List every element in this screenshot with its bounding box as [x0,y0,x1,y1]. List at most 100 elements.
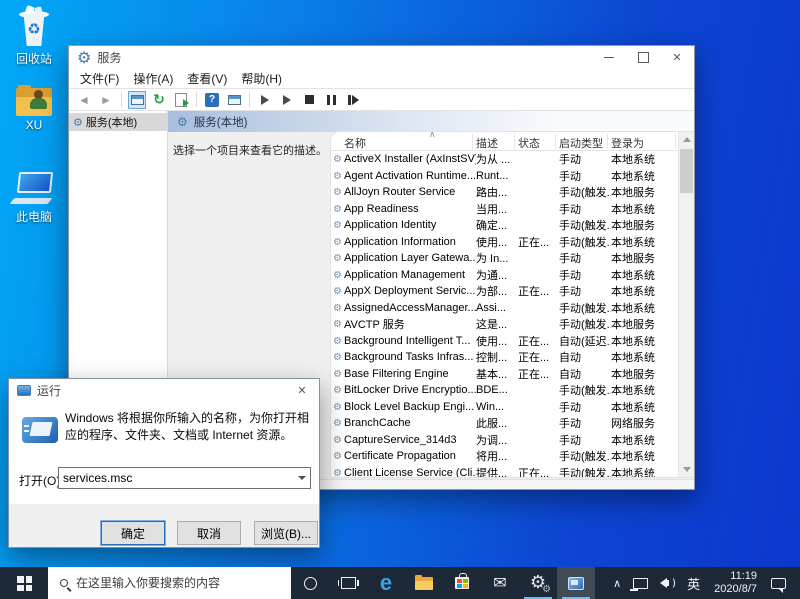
service-description: 提供... [476,465,518,477]
service-description: BDE... [476,384,518,396]
start-service-icon[interactable] [256,91,274,109]
service-name: Certificate Propagation [344,450,476,462]
service-row[interactable]: Application Management 为通... 手动 本地系统 [331,267,678,284]
service-logon-as: 本地服务 [611,316,677,332]
help-icon[interactable] [203,91,221,109]
show-window-icon[interactable] [128,91,146,109]
menu-item[interactable]: 操作(A) [126,68,180,89]
task-view-button[interactable] [329,567,367,599]
service-name: Application Identity [344,219,476,231]
service-startup-type: 手动 [559,283,611,299]
vertical-scrollbar[interactable] [678,132,694,477]
tree-item-services-local[interactable]: 服务(本地) [69,113,167,131]
network-button[interactable] [627,567,654,599]
pause-service-icon[interactable] [322,91,340,109]
store-button[interactable] [443,567,481,599]
service-gear-icon [331,203,344,215]
open-input[interactable] [59,468,293,488]
console-tree-icon[interactable] [225,91,243,109]
start-button[interactable] [0,567,48,599]
menu-item[interactable]: 查看(V) [180,68,234,89]
services-titlebar[interactable]: 服务 [69,46,694,69]
menu-bar: 文件(F)操作(A)查看(V)帮助(H) [69,69,694,89]
service-row[interactable]: Block Level Backup Engi... Win... 手动 本地系… [331,399,678,416]
service-row[interactable]: Agent Activation Runtime... Runt... 手动 本… [331,168,678,185]
taskbar-search[interactable] [48,567,291,599]
scroll-down-icon[interactable] [679,462,694,477]
scroll-up-icon[interactable] [679,132,694,147]
desktop-icon-user-folder[interactable]: XU [2,86,66,132]
stop-service-icon[interactable] [300,91,318,109]
services-taskbar-button[interactable] [519,567,557,599]
service-row[interactable]: Client License Service (Cli... 提供... 正在.… [331,465,678,478]
service-row[interactable]: Application Information 使用... 正在... 手动(触… [331,234,678,251]
combo-dropdown-icon[interactable] [293,468,310,488]
service-status: 正在... [518,349,559,365]
service-name: Base Filtering Engine [344,368,476,380]
minimize-button[interactable] [592,46,626,69]
this-pc-icon [12,172,56,206]
resume-service-icon[interactable] [278,91,296,109]
mmc-taskbar-button[interactable] [557,567,595,599]
column-header-description[interactable]: 描述 [476,135,498,151]
column-header-status[interactable]: 状态 [518,135,540,151]
service-row[interactable]: AssignedAccessManager... Assi... 手动(触发..… [331,300,678,317]
notification-center-button[interactable] [765,567,792,599]
back-icon[interactable] [75,91,93,109]
service-row[interactable]: Background Tasks Infras... 控制... 正在... 自… [331,349,678,366]
service-row[interactable]: App Readiness 当用... 手动 本地系统 [331,201,678,218]
service-row[interactable]: AllJoyn Router Service 路由... 手动(触发... 本地… [331,184,678,201]
service-gear-icon [331,153,344,165]
cortana-button[interactable] [291,567,329,599]
service-row[interactable]: Certificate Propagation 将用... 手动(触发... 本… [331,448,678,465]
volume-button[interactable] [654,567,681,599]
refresh-icon[interactable] [150,91,168,109]
service-gear-icon [331,285,344,297]
service-row[interactable]: CaptureService_314d3 为调... 手动 本地系统 [331,432,678,449]
clock[interactable]: 11:19 2020/8/7 [706,567,765,599]
service-name: Background Tasks Infras... [344,351,476,363]
ok-button[interactable]: 确定 [101,521,165,545]
column-header-logon-as[interactable]: 登录为 [611,135,644,151]
service-row[interactable]: AppX Deployment Servic... 为部... 正在... 手动… [331,283,678,300]
service-logon-as: 本地系统 [611,465,677,477]
language-indicator[interactable]: 英 [681,567,706,599]
mail-button[interactable] [481,567,519,599]
file-explorer-button[interactable] [405,567,443,599]
service-row[interactable]: ActiveX Installer (AxInstSV) 为从 ... 手动 本… [331,151,678,168]
edge-button[interactable] [367,567,405,599]
service-row[interactable]: Background Intelligent T... 使用... 正在... … [331,333,678,350]
maximize-button[interactable] [626,46,660,69]
export-list-icon[interactable] [172,91,190,109]
desktop-icon-label: 回收站 [2,50,66,67]
search-input[interactable] [76,576,266,590]
browse-button[interactable]: 浏览(B)... [254,521,318,545]
store-icon [455,577,469,589]
scrollbar-thumb[interactable] [680,149,693,193]
desktop-icon-this-pc[interactable]: 此电脑 [2,172,66,225]
service-row[interactable]: Application Identity 确定... 手动(触发... 本地服务 [331,217,678,234]
column-header-name[interactable]: 名称 [344,135,366,151]
desktop-icon-recycle-bin[interactable]: 回收站 [2,8,66,67]
service-row[interactable]: BranchCache 此服... 手动 网络服务 [331,415,678,432]
service-row[interactable]: Application Layer Gatewa... 为 In... 手动 本… [331,250,678,267]
cancel-button[interactable]: 取消 [177,521,241,545]
service-row[interactable]: Base Filtering Engine 基本... 正在... 自动 本地服… [331,366,678,383]
run-close-button[interactable] [285,379,319,402]
close-button[interactable] [660,46,694,69]
hidden-icons-button[interactable] [607,567,627,599]
service-row[interactable]: BitLocker Drive Encryptio... BDE... 手动(触… [331,382,678,399]
forward-icon[interactable] [97,91,115,109]
service-logon-as: 本地系统 [611,168,677,184]
service-name: BranchCache [344,417,476,429]
menu-item[interactable]: 文件(F) [73,68,126,89]
open-combobox[interactable] [58,467,311,489]
column-header-startup-type[interactable]: 启动类型 [559,135,603,151]
run-titlebar[interactable]: 运行 [9,379,319,401]
restart-service-icon[interactable] [344,91,362,109]
service-logon-as: 本地系统 [611,201,677,217]
taskbar: 英 11:19 2020/8/7 [0,567,800,599]
menu-item[interactable]: 帮助(H) [234,68,289,89]
service-row[interactable]: AVCTP 服务 这是... 手动(触发... 本地服务 [331,316,678,333]
service-startup-type: 手动 [559,399,611,415]
